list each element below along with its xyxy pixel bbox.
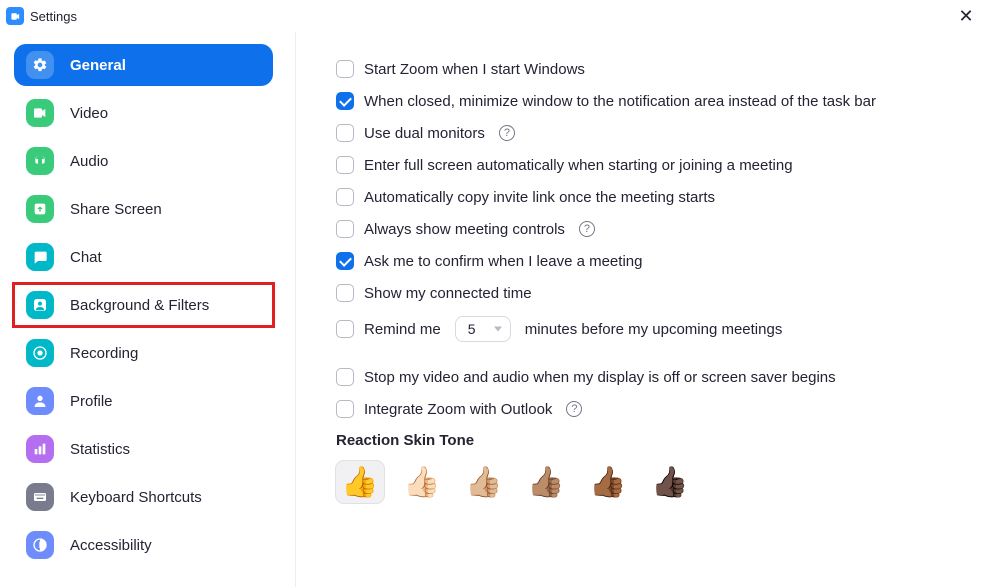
sidebar-item-label: Keyboard Shortcuts: [70, 489, 202, 506]
nav-icon: [26, 483, 54, 511]
checkbox[interactable]: [336, 400, 354, 418]
help-icon[interactable]: ?: [579, 221, 595, 237]
option-label: Show my connected time: [364, 285, 532, 302]
sidebar-item-recording[interactable]: Recording: [14, 332, 273, 374]
sidebar-item-chat[interactable]: Chat: [14, 236, 273, 278]
option-row: Automatically copy invite link once the …: [336, 188, 945, 206]
sidebar-item-video[interactable]: Video: [14, 92, 273, 134]
option-label: Ask me to confirm when I leave a meeting: [364, 253, 642, 270]
option-row: Ask me to confirm when I leave a meeting: [336, 252, 945, 270]
option-label: Integrate Zoom with Outlook: [364, 401, 552, 418]
title-left: Settings: [6, 7, 77, 25]
sidebar-item-share-screen[interactable]: Share Screen: [14, 188, 273, 230]
nav-icon: [26, 531, 54, 559]
sidebar: General Video Audio Share Screen Chat Backgro…: [0, 32, 296, 587]
sidebar-item-label: Video: [70, 105, 108, 122]
skin-tone-3[interactable]: 👍🏽: [522, 461, 570, 503]
checkbox[interactable]: [336, 188, 354, 206]
sidebar-item-background-filters[interactable]: Background & Filters: [14, 284, 273, 326]
checkbox[interactable]: [336, 320, 354, 338]
checkbox[interactable]: [336, 124, 354, 142]
option-row: Use dual monitors ?: [336, 124, 945, 142]
sidebar-item-label: General: [70, 57, 126, 74]
checkbox[interactable]: [336, 92, 354, 110]
remind-select[interactable]: 5: [455, 316, 511, 342]
sidebar-item-label: Statistics: [70, 441, 130, 458]
sidebar-item-keyboard-shortcuts[interactable]: Keyboard Shortcuts: [14, 476, 273, 518]
checkbox[interactable]: [336, 60, 354, 78]
checkbox[interactable]: [336, 252, 354, 270]
help-icon[interactable]: ?: [566, 401, 582, 417]
nav-icon: [26, 147, 54, 175]
skin-tone-4[interactable]: 👍🏾: [584, 461, 632, 503]
remind-prefix: Remind me: [364, 321, 441, 338]
option-label: Enter full screen automatically when sta…: [364, 157, 793, 174]
settings-content: Start Zoom when I start Windows When clo…: [296, 32, 985, 587]
sidebar-item-label: Chat: [70, 249, 102, 266]
option-label: Start Zoom when I start Windows: [364, 61, 585, 78]
close-button[interactable]: ✕: [957, 7, 975, 25]
sidebar-item-profile[interactable]: Profile: [14, 380, 273, 422]
skin-tone-5[interactable]: 👍🏿: [646, 461, 694, 503]
titlebar: Settings ✕: [0, 0, 985, 32]
skin-tone-row: 👍 👍🏻 👍🏼 👍🏽 👍🏾 👍🏿: [336, 461, 945, 503]
sidebar-item-label: Audio: [70, 153, 108, 170]
nav-icon: [26, 243, 54, 271]
option-row: Start Zoom when I start Windows: [336, 60, 945, 78]
nav-icon: [26, 435, 54, 463]
option-label: Automatically copy invite link once the …: [364, 189, 715, 206]
nav-icon: [26, 195, 54, 223]
nav-icon: [26, 291, 54, 319]
skin-tone-1[interactable]: 👍🏻: [398, 461, 446, 503]
nav-icon: [26, 387, 54, 415]
checkbox[interactable]: [336, 220, 354, 238]
option-row-remind: Remind me 5 minutes before my upcoming m…: [336, 316, 945, 342]
option-row: Show my connected time: [336, 284, 945, 302]
nav-icon: [26, 339, 54, 367]
reaction-title: Reaction Skin Tone: [336, 432, 945, 449]
checkbox[interactable]: [336, 284, 354, 302]
option-label: Stop my video and audio when my display …: [364, 369, 836, 386]
window-title: Settings: [30, 9, 77, 24]
option-row: When closed, minimize window to the noti…: [336, 92, 945, 110]
sidebar-item-general[interactable]: General: [14, 44, 273, 86]
sidebar-item-label: Background & Filters: [70, 297, 209, 314]
option-row: Enter full screen automatically when sta…: [336, 156, 945, 174]
skin-tone-2[interactable]: 👍🏼: [460, 461, 508, 503]
sidebar-item-label: Recording: [70, 345, 138, 362]
app-icon: [6, 7, 24, 25]
checkbox[interactable]: [336, 368, 354, 386]
skin-tone-0[interactable]: 👍: [336, 461, 384, 503]
nav-icon: [26, 99, 54, 127]
sidebar-item-label: Share Screen: [70, 201, 162, 218]
option-row: Always show meeting controls ?: [336, 220, 945, 238]
sidebar-item-statistics[interactable]: Statistics: [14, 428, 273, 470]
checkbox[interactable]: [336, 156, 354, 174]
nav-icon: [26, 51, 54, 79]
option-row: Stop my video and audio when my display …: [336, 368, 945, 386]
option-label: Use dual monitors: [364, 125, 485, 142]
option-label: When closed, minimize window to the noti…: [364, 93, 876, 110]
option-label: Always show meeting controls: [364, 221, 565, 238]
sidebar-item-accessibility[interactable]: Accessibility: [14, 524, 273, 566]
help-icon[interactable]: ?: [499, 125, 515, 141]
sidebar-item-label: Accessibility: [70, 537, 152, 554]
option-row: Integrate Zoom with Outlook ?: [336, 400, 945, 418]
sidebar-item-audio[interactable]: Audio: [14, 140, 273, 182]
remind-suffix: minutes before my upcoming meetings: [525, 321, 783, 338]
sidebar-item-label: Profile: [70, 393, 113, 410]
